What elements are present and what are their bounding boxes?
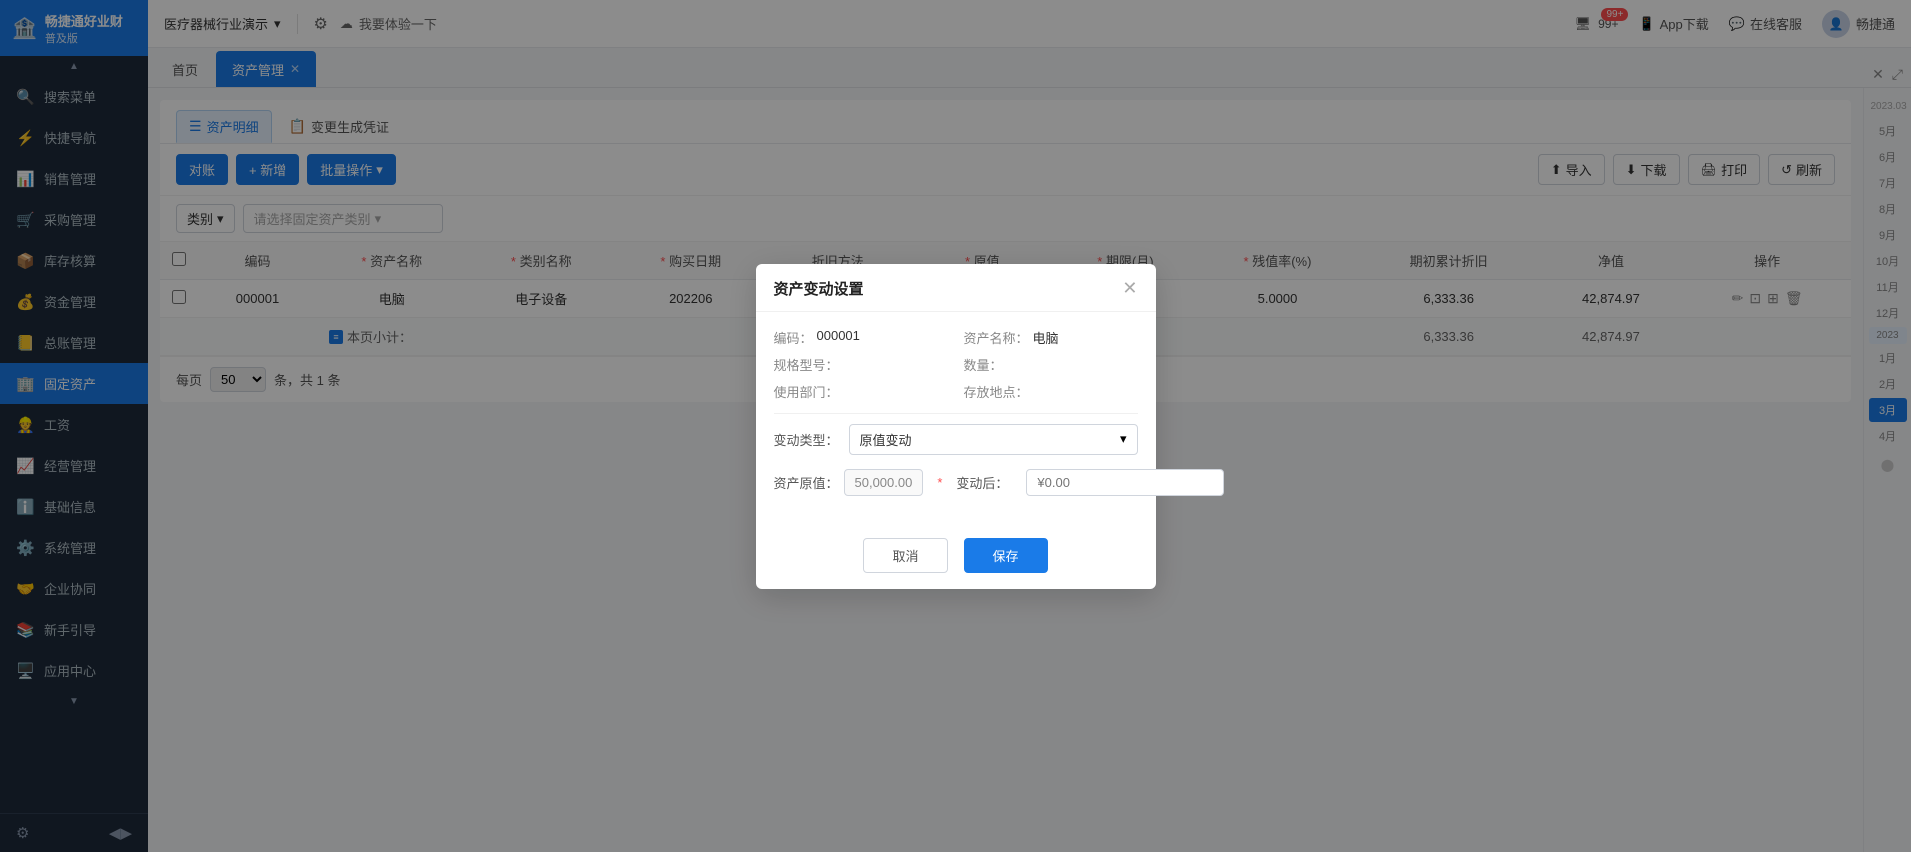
modal-original-value-row: 资产原值： 50,000.00 * 变动后： [774,469,1138,496]
modal-cancel-btn[interactable]: 取消 [863,538,947,573]
modal-info-grid: 编码： 000001 资产名称： 电脑 规格型号： 数量： 使用部门： [774,328,1138,401]
change-type-chevron-icon: ▾ [1120,431,1127,447]
modal-original-value-display: 50,000.00 [844,469,924,496]
modal-close-btn[interactable]: ✕ [1122,279,1137,297]
modal-location-item: 存放地点： [964,382,1138,401]
modal-original-value-text: 50,000.00 [855,475,913,490]
modal-spec-item: 规格型号： [774,355,948,374]
modal-name-item: 资产名称： 电脑 [964,328,1138,347]
modal-name-label: 资产名称： [964,328,1029,347]
required-star: * [937,475,942,490]
modal-spec-label: 规格型号： [774,355,839,374]
modal-qty-label: 数量： [964,355,1003,374]
modal-after-label: 变动后： [956,473,1016,492]
modal-change-type-row: 变动类型： 原值变动 ▾ [774,424,1138,455]
modal-dept-item: 使用部门： [774,382,948,401]
modal-qty-item: 数量： [964,355,1138,374]
modal-change-type-value: 原值变动 [860,430,912,449]
modal-change-type-label: 变动类型： [774,430,839,449]
modal-change-type-select[interactable]: 原值变动 ▾ [849,424,1138,455]
modal-save-label: 保存 [993,549,1019,564]
modal-code-label: 编码： [774,328,813,347]
modal-name-value: 电脑 [1033,328,1059,347]
modal-overlay: 资产变动设置 ✕ 编码： 000001 资产名称： 电脑 规格型号： 数量： [0,0,1911,852]
modal-header: 资产变动设置 ✕ [756,264,1156,312]
modal-after-input[interactable] [1026,469,1224,496]
modal-location-label: 存放地点： [964,382,1029,401]
modal-footer: 取消 保存 [756,526,1156,589]
modal-title: 资产变动设置 [774,278,864,299]
asset-change-modal: 资产变动设置 ✕ 编码： 000001 资产名称： 电脑 规格型号： 数量： [756,264,1156,589]
modal-cancel-label: 取消 [892,549,918,564]
modal-code-item: 编码： 000001 [774,328,948,347]
modal-original-value-label: 资产原值： [774,473,834,492]
modal-divider [774,413,1138,414]
modal-body: 编码： 000001 资产名称： 电脑 规格型号： 数量： 使用部门： [756,312,1156,526]
modal-dept-label: 使用部门： [774,382,839,401]
modal-code-value: 000001 [817,328,860,347]
modal-save-btn[interactable]: 保存 [964,538,1048,573]
